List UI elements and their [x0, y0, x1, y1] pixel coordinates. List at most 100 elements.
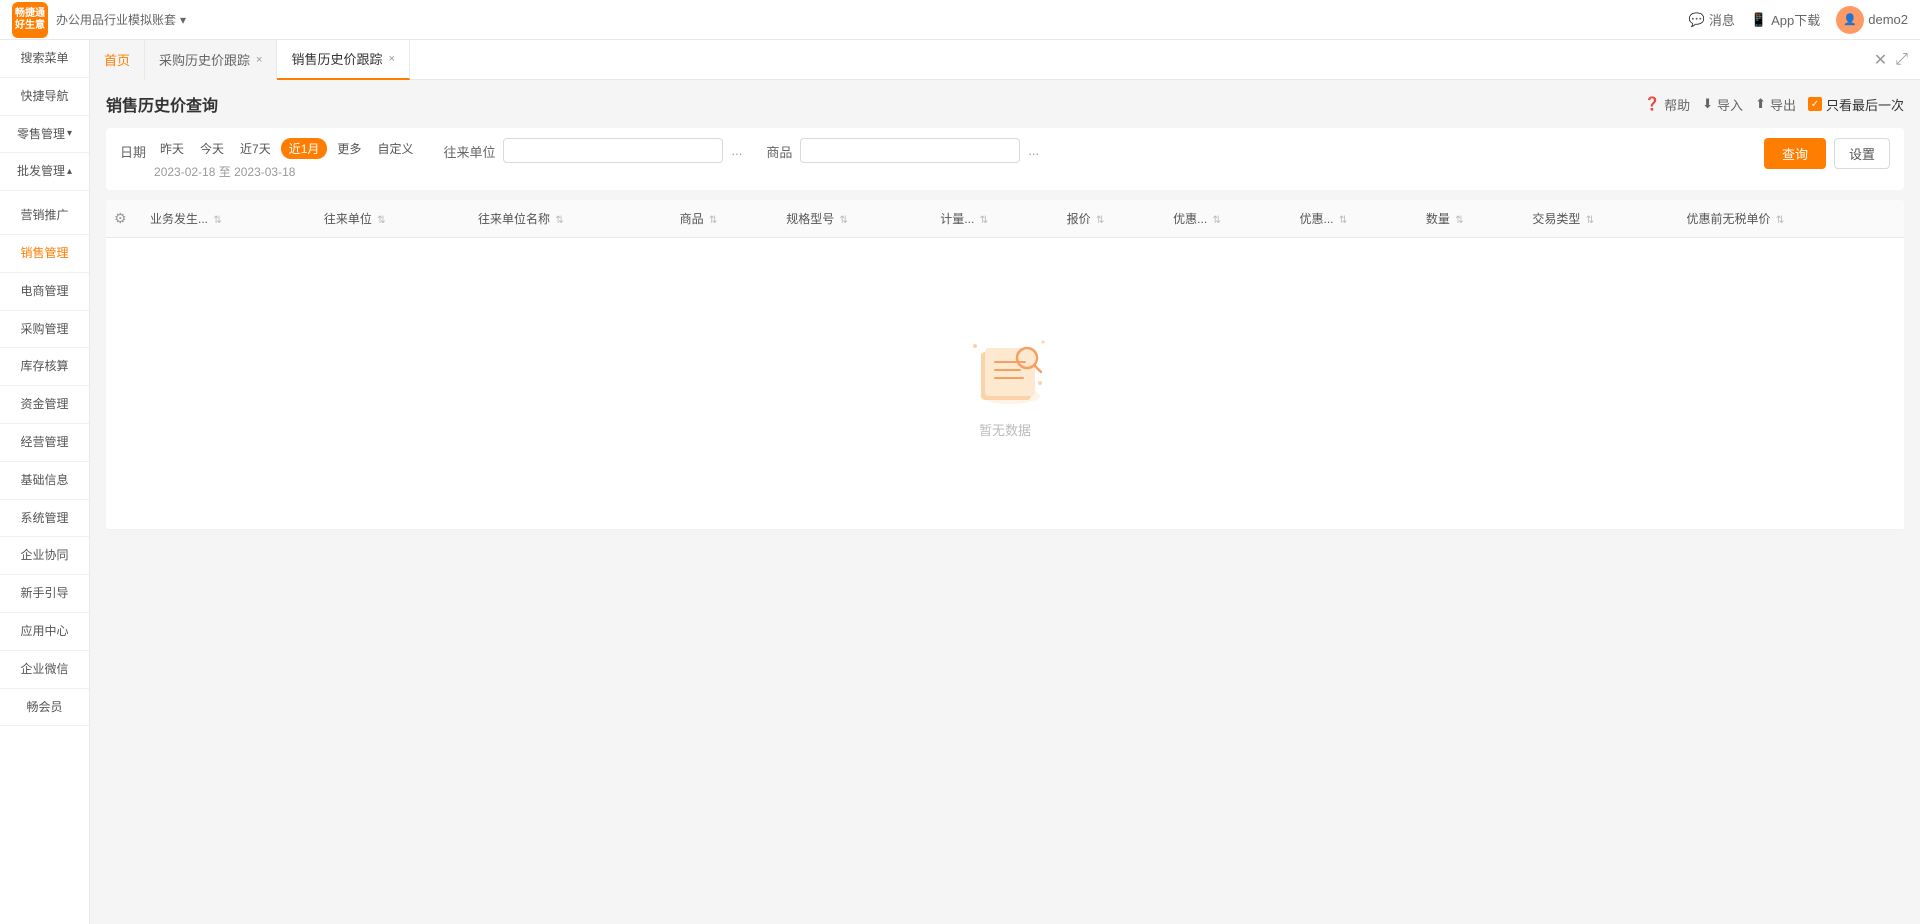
date-btn-last7days[interactable]: 近7天 [234, 138, 277, 159]
wholesale-mgmt-arrow-icon: ▴ [67, 165, 72, 179]
table-col-discount2[interactable]: 优惠... ⇅ [1292, 200, 1418, 238]
filter-group-partner: 往来单位 ... [443, 138, 742, 163]
partner-filter-label: 往来单位 [443, 138, 495, 161]
sidebar-item-capital[interactable]: 资金管理 [0, 386, 89, 424]
sidebar-label-search-menu: 搜索菜单 [20, 51, 68, 65]
sidebar-item-search-menu[interactable]: 搜索菜单 [0, 40, 89, 78]
logo: 畅捷通好生意 [12, 2, 48, 38]
table-col-biz-date[interactable]: 业务发生... ⇅ [142, 200, 316, 238]
date-btn-more[interactable]: 更多 [331, 138, 367, 159]
col-qty-label: 数量 [1426, 212, 1450, 226]
empty-state: 暂无数据 [114, 248, 1896, 519]
sidebar-item-vip[interactable]: 畅会员 [0, 689, 89, 727]
app-download-icon: 📱 [1751, 12, 1767, 28]
table-col-unit[interactable]: 计量... ⇅ [932, 200, 1058, 238]
col-partner-name-label: 往来单位名称 [478, 212, 550, 226]
date-btn-last1month[interactable]: 近1月 [281, 138, 328, 159]
tab-purchase-history-close-icon[interactable]: × [256, 54, 262, 66]
table-col-settings: ⚙ [106, 200, 142, 238]
sidebar-label-enterprise: 企业协同 [20, 548, 68, 562]
partner-input[interactable] [503, 138, 723, 163]
table-body: 暂无数据 [106, 238, 1904, 530]
goods-input[interactable] [800, 138, 1020, 163]
query-button[interactable]: 查询 [1764, 138, 1826, 169]
user-profile[interactable]: 👤 demo2 [1836, 6, 1908, 34]
sidebar-item-inventory[interactable]: 库存核算 [0, 348, 89, 386]
table-col-partner[interactable]: 往来单位 ⇅ [316, 200, 470, 238]
date-buttons: 昨天 今天 近7天 近1月 更多 自定义 [154, 138, 419, 159]
table-container: ⚙ 业务发生... ⇅ 往来单位 ⇅ 往来单位名称 [106, 200, 1904, 530]
table-col-qty[interactable]: 数量 ⇅ [1418, 200, 1525, 238]
tab-sales-history[interactable]: 销售历史价跟踪 × [277, 40, 409, 80]
sidebar-item-ecommerce[interactable]: 电商管理 [0, 273, 89, 311]
export-action[interactable]: ⬆ 导出 [1755, 95, 1796, 114]
tab-sales-history-label: 销售历史价跟踪 [291, 49, 382, 68]
tab-actions: ✕ ⤢ [1874, 50, 1920, 70]
import-icon: ⬇ [1702, 96, 1713, 112]
table-col-quote[interactable]: 报价 ⇅ [1059, 200, 1166, 238]
expand-icon[interactable]: ⤢ [1895, 51, 1908, 69]
col-goods-label: 商品 [680, 212, 704, 226]
tab-purchase-history[interactable]: 采购历史价跟踪 × [145, 40, 277, 80]
main-layout: 搜索菜单 快捷导航 零售管理 ▾ 批发管理 ▴ 营销推广 销售管理 电商管理 采 [0, 40, 1920, 924]
sidebar-item-retail-mgmt[interactable]: 零售管理 ▾ [0, 116, 89, 154]
sidebar-label-ecommerce: 电商管理 [20, 284, 68, 298]
table-col-goods[interactable]: 商品 ⇅ [672, 200, 779, 238]
only-last-checkbox[interactable]: ✓ [1808, 97, 1822, 111]
sidebar-label-basic-info: 基础信息 [20, 473, 68, 487]
sidebar-item-system[interactable]: 系统管理 [0, 500, 89, 538]
page-title: 销售历史价查询 [106, 92, 218, 116]
tab-sales-history-close-icon[interactable]: × [388, 53, 394, 65]
col-trade-type-sort-icon: ⇅ [1586, 215, 1594, 226]
col-biz-date-label: 业务发生... [150, 212, 208, 226]
sidebar-item-quick-nav[interactable]: 快捷导航 [0, 78, 89, 116]
table-col-partner-name[interactable]: 往来单位名称 ⇅ [470, 200, 672, 238]
filter-actions: 查询 设置 [1764, 138, 1890, 169]
col-partner-label: 往来单位 [324, 212, 372, 226]
close-all-tabs-icon[interactable]: ✕ [1874, 50, 1887, 70]
message-action[interactable]: 💬 消息 [1689, 10, 1735, 29]
table-col-trade-type[interactable]: 交易类型 ⇅ [1524, 200, 1678, 238]
date-btn-yesterday[interactable]: 昨天 [154, 138, 190, 159]
tab-home[interactable]: 首页 [90, 40, 145, 80]
table-col-spec[interactable]: 规格型号 ⇅ [778, 200, 932, 238]
app-download-action[interactable]: 📱 App下载 [1751, 10, 1820, 29]
checkbox-check-icon: ✓ [1811, 99, 1819, 110]
table-col-discount1[interactable]: 优惠... ⇅ [1165, 200, 1291, 238]
tab-purchase-history-label: 采购历史价跟踪 [159, 50, 250, 69]
sidebar-label-wholesale-mgmt: 批发管理 [17, 163, 65, 180]
goods-dots-icon[interactable]: ... [1028, 143, 1039, 158]
partner-dots-icon[interactable]: ... [731, 143, 742, 158]
col-discount1-sort-icon: ⇅ [1213, 215, 1221, 226]
sidebar-item-purchase-mgmt[interactable]: 采购管理 [0, 311, 89, 349]
sidebar-item-wholesale-mgmt[interactable]: 批发管理 ▴ [0, 153, 89, 191]
sidebar-label-system: 系统管理 [20, 511, 68, 525]
col-partner-name-sort-icon: ⇅ [555, 215, 563, 226]
help-action[interactable]: ❓ 帮助 [1644, 95, 1690, 114]
app-download-label: App下载 [1771, 10, 1820, 29]
import-action[interactable]: ⬇ 导入 [1702, 95, 1743, 114]
only-last-checkbox-wrap[interactable]: ✓ 只看最后一次 [1808, 95, 1904, 114]
tab-home-label: 首页 [104, 50, 130, 69]
sidebar-item-operations[interactable]: 经营管理 [0, 424, 89, 462]
content-area: 首页 采购历史价跟踪 × 销售历史价跟踪 × ✕ ⤢ 销售历史价查询 [90, 40, 1920, 924]
logo-text: 畅捷通好生意 [15, 8, 45, 32]
sidebar-item-wechat[interactable]: 企业微信 [0, 651, 89, 689]
sidebar-item-basic-info[interactable]: 基础信息 [0, 462, 89, 500]
app-selector-dropdown[interactable]: 办公用品行业模拟账套 ▾ [56, 11, 186, 28]
sidebar-item-app-center[interactable]: 应用中心 [0, 613, 89, 651]
date-btn-today[interactable]: 今天 [194, 138, 230, 159]
sidebar-item-sales-mgmt[interactable]: 销售管理 [0, 235, 89, 273]
sidebar-label-quick-nav: 快捷导航 [20, 89, 68, 103]
date-btn-custom[interactable]: 自定义 [371, 138, 419, 159]
sidebar-label-inventory: 库存核算 [20, 359, 68, 373]
sidebar-label-vip: 畅会员 [26, 700, 62, 714]
table-col-pretax-price[interactable]: 优惠前无税单价 ⇅ [1678, 200, 1904, 238]
col-qty-sort-icon: ⇅ [1455, 215, 1463, 226]
gear-icon[interactable]: ⚙ [114, 210, 127, 226]
sidebar-item-enterprise[interactable]: 企业协同 [0, 537, 89, 575]
date-range-display: 2023-02-18 至 2023-03-18 [154, 163, 419, 180]
sidebar-item-marketing[interactable]: 营销推广 [0, 191, 89, 235]
settings-button[interactable]: 设置 [1834, 138, 1890, 169]
sidebar-item-guide[interactable]: 新手引导 [0, 575, 89, 613]
